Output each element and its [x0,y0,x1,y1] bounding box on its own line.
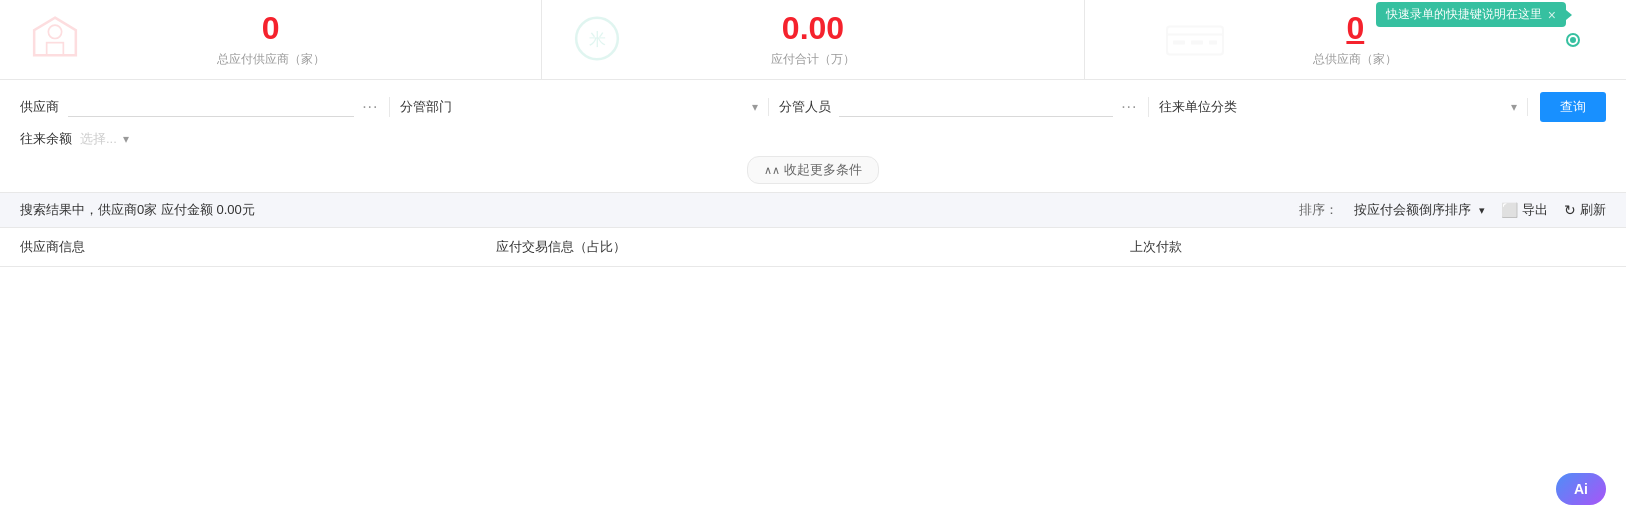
total-suppliers-value: 0 [1346,11,1364,46]
tooltip-close-btn[interactable]: × [1548,8,1556,22]
payable-suppliers-label: 总应付供应商（家） [217,51,325,68]
department-chevron-icon: ▾ [752,100,758,114]
person-dots-btn[interactable]: ··· [1121,98,1137,116]
supplier-input-wrapper [68,97,354,117]
svg-rect-8 [1191,40,1203,44]
bg-icon [1165,18,1225,61]
export-icon: ⬜ [1501,202,1518,218]
total-suppliers-label: 总供应商（家） [1313,51,1397,68]
refresh-icon: ↻ [1564,202,1576,218]
tooltip-dot [1568,35,1578,45]
unit-class-chevron-icon: ▾ [1511,100,1517,114]
sort-chevron-icon: ▾ [1479,204,1485,217]
supplier-dots-btn[interactable]: ··· [362,98,378,116]
filter-department: 分管部门 ▾ [390,98,770,116]
filter-balance: 往来余额 选择... ▾ [20,130,129,148]
export-button[interactable]: ⬜ 导出 [1501,201,1548,219]
refresh-label: 刷新 [1580,201,1606,219]
filter-row-1: 供应商 ··· 分管部门 ▾ 分管人员 ··· 往来单位分类 [20,92,1606,122]
person-input[interactable] [839,97,1113,116]
results-bar: 搜索结果中，供应商0家 应付金额 0.00元 排序： 按应付会额倒序排序 ▾ ⬜… [0,193,1626,228]
svg-rect-9 [1209,40,1217,44]
results-actions: 排序： 按应付会额倒序排序 ▾ ⬜ 导出 ↻ 刷新 [1299,201,1606,219]
refresh-button[interactable]: ↻ 刷新 [1564,201,1606,219]
balance-select[interactable]: 选择... ▾ [80,130,129,148]
person-input-wrapper [839,97,1113,117]
ai-button[interactable]: Ai [1556,473,1606,505]
supplier-icon [30,13,80,66]
search-button[interactable]: 查询 [1540,92,1606,122]
balance-placeholder: 选择... [80,130,117,148]
col-payment-header: 上次付款 [1130,238,1606,256]
export-label: 导出 [1522,201,1548,219]
sort-select[interactable]: 按应付会额倒序排序 ▾ [1354,201,1485,219]
filter-supplier: 供应商 ··· [20,97,390,117]
filter-bar: 供应商 ··· 分管部门 ▾ 分管人员 ··· 往来单位分类 [0,80,1626,193]
balance-label: 往来余额 [20,130,72,148]
person-label: 分管人员 [779,98,831,116]
filter-unit-class: 往来单位分类 ▾ [1149,98,1529,116]
stat-total-suppliers: 快速录单的快捷键说明在这里 × 0 总供应商（家） [1085,0,1626,79]
balance-chevron-icon: ▾ [123,132,129,146]
collapse-label: 收起更多条件 [784,161,862,179]
filter-person: 分管人员 ··· [769,97,1149,117]
coin-icon: 米 [572,13,622,66]
svg-marker-0 [34,17,76,55]
unit-class-select[interactable]: ▾ [1245,100,1518,114]
payable-suppliers-value: 0 [262,11,280,46]
stat-payable-suppliers: 0 总应付供应商（家） [0,0,542,79]
stats-bar: 0 总应付供应商（家） 米 0.00 应付合计（万） 快速录单的快捷键说明在这里… [0,0,1626,80]
col-supplier-header: 供应商信息 [20,238,496,256]
shortcut-tooltip: 快速录单的快捷键说明在这里 × [1376,2,1566,27]
svg-text:米: 米 [589,30,606,49]
results-info: 搜索结果中，供应商0家 应付金额 0.00元 [20,201,255,219]
sort-value: 按应付会额倒序排序 [1354,201,1471,219]
table-header: 供应商信息 应付交易信息（占比） 上次付款 [0,228,1626,267]
tooltip-text: 快速录单的快捷键说明在这里 [1386,6,1542,23]
payable-total-label: 应付合计（万） [771,51,855,68]
stat-payable-total: 米 0.00 应付合计（万） [542,0,1084,79]
supplier-input[interactable] [68,97,354,116]
department-select[interactable]: ▾ [460,100,759,114]
collapse-up-icon: ∧∧ [764,164,780,177]
col-transaction-header: 应付交易信息（占比） [496,238,1130,256]
filter-row-2: 往来余额 选择... ▾ [20,130,1606,148]
sort-label: 排序： [1299,201,1338,219]
department-label: 分管部门 [400,98,452,116]
supplier-label: 供应商 [20,98,60,116]
bottom-bar: Ai [1536,463,1626,515]
svg-rect-1 [47,42,64,55]
collapse-row: ∧∧ 收起更多条件 [20,156,1606,184]
svg-rect-7 [1173,40,1185,44]
search-btn-wrapper: 查询 [1528,92,1606,122]
collapse-button[interactable]: ∧∧ 收起更多条件 [747,156,879,184]
table-body [0,267,1626,515]
svg-point-2 [48,25,61,38]
payable-total-value: 0.00 [782,11,844,46]
unit-class-label: 往来单位分类 [1159,98,1237,116]
